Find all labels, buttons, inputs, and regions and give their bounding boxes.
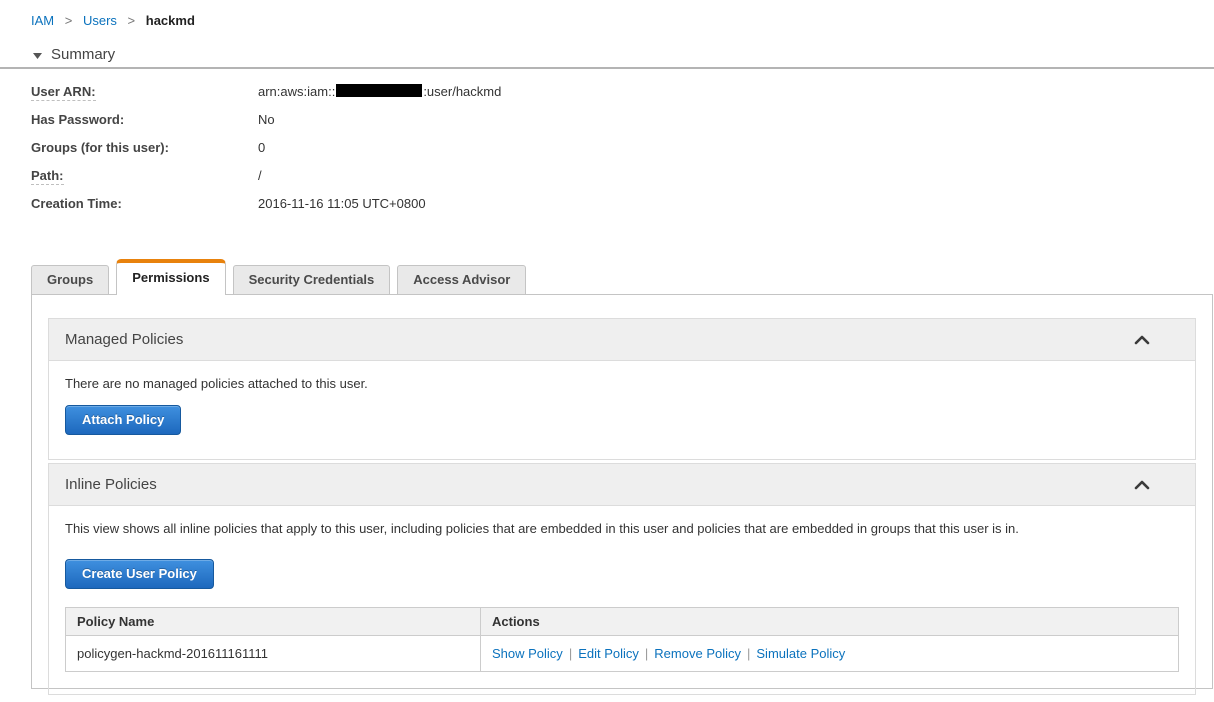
remove-policy-link[interactable]: Remove Policy — [654, 646, 741, 661]
managed-policies-section: Managed Policies There are no managed po… — [48, 318, 1196, 460]
link-separator: | — [568, 646, 573, 661]
inline-policies-title: Inline Policies — [65, 476, 157, 493]
managed-policies-body: There are no managed policies attached t… — [49, 361, 1195, 459]
policy-actions-cell: Show Policy | Edit Policy | Remove Policy | Si… — [480, 635, 1179, 672]
managed-policies-header: Managed Policies — [49, 319, 1195, 361]
managed-policies-title: Managed Policies — [65, 331, 184, 348]
table-header-row: Policy Name Actions — [65, 607, 1179, 636]
breadcrumb-current-user: hackmd — [145, 13, 195, 28]
tab-permissions[interactable]: Permissions — [116, 259, 226, 295]
field-label: Creation Time: — [31, 196, 122, 211]
path-value: / — [258, 168, 262, 183]
field-label: Has Password: — [31, 112, 125, 127]
groups-count-value: 0 — [258, 140, 266, 155]
breadcrumb-link-iam[interactable]: IAM — [31, 13, 54, 28]
breadcrumb: IAM > Users > hackmd — [31, 13, 195, 28]
field-label: User ARN: — [31, 84, 96, 101]
tab-access-advisor[interactable]: Access Advisor — [397, 265, 527, 295]
field-label: Groups (for this user): — [31, 140, 169, 155]
breadcrumb-link-users[interactable]: Users — [83, 13, 117, 28]
summary-row-creation-time: Creation Time: 2016-11-16 11:05 UTC+0800 — [31, 195, 501, 213]
redacted-account-id — [336, 84, 423, 97]
breadcrumb-separator: > — [64, 13, 73, 28]
creation-time-value: 2016-11-16 11:05 UTC+0800 — [258, 196, 426, 211]
managed-policies-empty-text: There are no managed policies attached t… — [65, 376, 368, 391]
breadcrumb-separator: > — [127, 13, 136, 28]
tab-groups[interactable]: Groups — [31, 265, 110, 295]
create-user-policy-button[interactable]: Create User Policy — [65, 559, 214, 589]
attach-policy-button[interactable]: Attach Policy — [65, 405, 182, 435]
has-password-value: No — [258, 112, 275, 127]
edit-policy-link[interactable]: Edit Policy — [578, 646, 639, 661]
user-arn-value: arn:aws:iam:::user/hackmd — [258, 84, 502, 99]
inline-policies-header: Inline Policies — [49, 464, 1195, 506]
collapse-triangle-icon[interactable] — [33, 46, 42, 63]
summary-row-user-arn: User ARN: arn:aws:iam:::user/hackmd — [31, 83, 501, 101]
summary-fields: User ARN: arn:aws:iam:::user/hackmd Has … — [31, 83, 501, 223]
inline-policies-description: This view shows all inline policies that… — [65, 521, 1019, 536]
link-separator: | — [644, 646, 649, 661]
summary-divider — [0, 67, 1214, 69]
show-policy-link[interactable]: Show Policy — [492, 646, 563, 661]
inline-policies-table: Policy Name Actions policygen-hackmd-201… — [65, 607, 1179, 672]
summary-row-groups: Groups (for this user): 0 — [31, 139, 501, 157]
collapse-chevron-icon[interactable] — [1134, 335, 1150, 345]
inline-policies-section: Inline Policies This view shows all inli… — [48, 463, 1196, 695]
permissions-tab-panel: Managed Policies There are no managed po… — [31, 294, 1213, 695]
summary-section-header: Summary — [33, 46, 115, 63]
link-separator: | — [747, 646, 751, 661]
summary-row-path: Path: / — [31, 167, 501, 185]
collapse-chevron-icon[interactable] — [1134, 480, 1150, 490]
field-label: Path: — [31, 168, 64, 185]
tab-security-credentials[interactable]: Security Credentials — [232, 265, 391, 295]
summary-title: Summary — [51, 46, 116, 63]
simulate-policy-link[interactable]: Simulate Policy — [756, 646, 845, 661]
column-header-actions: Actions — [480, 607, 1179, 636]
table-row: policygen-hackmd-201611161111 Show Polic… — [65, 635, 1179, 672]
inline-policies-body: This view shows all inline policies that… — [49, 506, 1195, 694]
policy-name-cell: policygen-hackmd-201611161111 — [65, 635, 481, 672]
column-header-policy-name: Policy Name — [65, 607, 481, 636]
summary-row-has-password: Has Password: No — [31, 111, 501, 129]
tab-bar: Groups Permissions Security Credentials … — [31, 259, 533, 295]
